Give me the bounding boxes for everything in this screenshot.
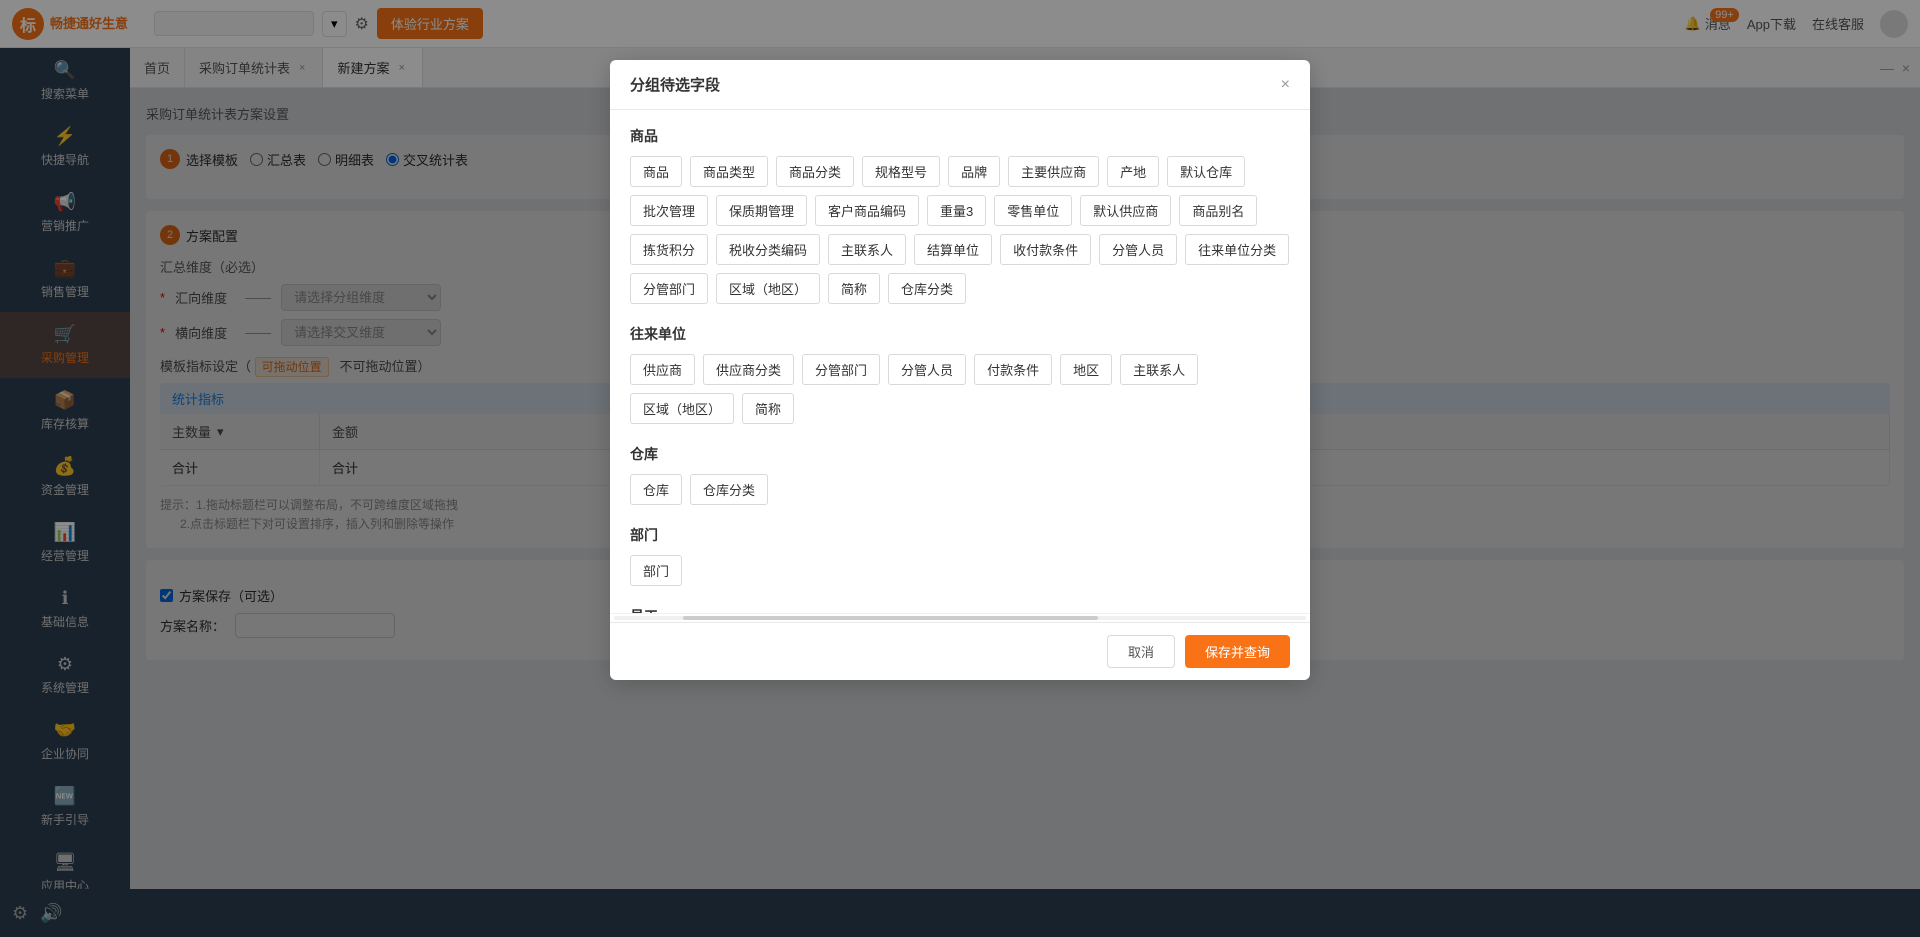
field-tag-partner-5[interactable]: 地区 bbox=[1060, 354, 1112, 385]
field-tag-partner-2[interactable]: 分管部门 bbox=[802, 354, 880, 385]
field-tag-goods-18[interactable]: 结算单位 bbox=[914, 234, 992, 265]
field-group-goods: 商品 商品 商品类型 商品分类 规格型号 品牌 主要供应商 产地 默认仓库 批次… bbox=[630, 126, 1290, 304]
field-tag-goods-22[interactable]: 分管部门 bbox=[630, 273, 708, 304]
modal-field-select: 分组待选字段 × 商品 商品 商品类型 商品分类 规格型号 品牌 主要供应商 产… bbox=[610, 60, 1310, 680]
field-tag-partner-3[interactable]: 分管人员 bbox=[888, 354, 966, 385]
field-tags-dept: 部门 bbox=[630, 555, 1290, 586]
modal-body: 商品 商品 商品类型 商品分类 规格型号 品牌 主要供应商 产地 默认仓库 批次… bbox=[610, 110, 1310, 613]
modal-title: 分组待选字段 bbox=[630, 74, 720, 95]
field-tag-goods-1[interactable]: 商品类型 bbox=[690, 156, 768, 187]
field-tag-partner-4[interactable]: 付款条件 bbox=[974, 354, 1052, 385]
field-tag-warehouse-0[interactable]: 仓库 bbox=[630, 474, 682, 505]
field-tag-partner-7[interactable]: 区域（地区） bbox=[630, 393, 734, 424]
field-tag-goods-12[interactable]: 零售单位 bbox=[994, 195, 1072, 226]
field-tag-goods-4[interactable]: 品牌 bbox=[948, 156, 1000, 187]
confirm-btn[interactable]: 保存并查询 bbox=[1185, 635, 1290, 668]
cancel-btn[interactable]: 取消 bbox=[1107, 635, 1175, 668]
field-tag-partner-8[interactable]: 简称 bbox=[742, 393, 794, 424]
field-group-goods-title: 商品 bbox=[630, 126, 1290, 146]
modal-hscrollbar bbox=[610, 613, 1310, 622]
field-group-partner: 往来单位 供应商 供应商分类 分管部门 分管人员 付款条件 地区 主联系人 区域… bbox=[630, 324, 1290, 424]
field-tag-goods-17[interactable]: 主联系人 bbox=[828, 234, 906, 265]
field-tag-goods-11[interactable]: 重量3 bbox=[927, 195, 986, 226]
field-group-staff: 员工 业务员 bbox=[630, 606, 1290, 613]
field-tags-goods: 商品 商品类型 商品分类 规格型号 品牌 主要供应商 产地 默认仓库 批次管理 … bbox=[630, 156, 1290, 304]
hscrollbar-thumb[interactable] bbox=[683, 616, 1098, 620]
field-tag-goods-6[interactable]: 产地 bbox=[1107, 156, 1159, 187]
field-group-dept-title: 部门 bbox=[630, 525, 1290, 545]
field-tag-goods-2[interactable]: 商品分类 bbox=[776, 156, 854, 187]
field-tag-goods-14[interactable]: 商品别名 bbox=[1179, 195, 1257, 226]
modal-overlay: 分组待选字段 × 商品 商品 商品类型 商品分类 规格型号 品牌 主要供应商 产… bbox=[0, 0, 1920, 937]
field-group-warehouse: 仓库 仓库 仓库分类 bbox=[630, 444, 1290, 505]
field-tag-goods-7[interactable]: 默认仓库 bbox=[1167, 156, 1245, 187]
field-tag-goods-19[interactable]: 收付款条件 bbox=[1000, 234, 1091, 265]
field-tag-goods-23[interactable]: 区域（地区） bbox=[716, 273, 820, 304]
field-tags-partner: 供应商 供应商分类 分管部门 分管人员 付款条件 地区 主联系人 区域（地区） … bbox=[630, 354, 1290, 424]
field-tag-goods-21[interactable]: 往来单位分类 bbox=[1185, 234, 1289, 265]
field-group-dept: 部门 部门 bbox=[630, 525, 1290, 586]
field-tag-goods-25[interactable]: 仓库分类 bbox=[888, 273, 966, 304]
field-tags-warehouse: 仓库 仓库分类 bbox=[630, 474, 1290, 505]
field-tag-goods-5[interactable]: 主要供应商 bbox=[1008, 156, 1099, 187]
field-group-staff-title: 员工 bbox=[630, 606, 1290, 613]
field-tag-partner-1[interactable]: 供应商分类 bbox=[703, 354, 794, 385]
field-tag-goods-20[interactable]: 分管人员 bbox=[1099, 234, 1177, 265]
modal-close-btn[interactable]: × bbox=[1281, 76, 1290, 94]
modal-footer: 取消 保存并查询 bbox=[610, 622, 1310, 680]
field-tag-goods-13[interactable]: 默认供应商 bbox=[1080, 195, 1171, 226]
field-tag-partner-6[interactable]: 主联系人 bbox=[1120, 354, 1198, 385]
field-tag-goods-0[interactable]: 商品 bbox=[630, 156, 682, 187]
modal-header: 分组待选字段 × bbox=[610, 60, 1310, 110]
field-tag-goods-24[interactable]: 简称 bbox=[828, 273, 880, 304]
field-group-partner-title: 往来单位 bbox=[630, 324, 1290, 344]
field-tag-goods-16[interactable]: 税收分类编码 bbox=[716, 234, 820, 265]
field-tag-goods-10[interactable]: 客户商品编码 bbox=[815, 195, 919, 226]
field-tag-warehouse-1[interactable]: 仓库分类 bbox=[690, 474, 768, 505]
field-tag-goods-8[interactable]: 批次管理 bbox=[630, 195, 708, 226]
field-tag-goods-3[interactable]: 规格型号 bbox=[862, 156, 940, 187]
field-tag-goods-15[interactable]: 拣货积分 bbox=[630, 234, 708, 265]
field-tag-goods-9[interactable]: 保质期管理 bbox=[716, 195, 807, 226]
field-tag-partner-0[interactable]: 供应商 bbox=[630, 354, 695, 385]
field-tag-dept-0[interactable]: 部门 bbox=[630, 555, 682, 586]
field-group-warehouse-title: 仓库 bbox=[630, 444, 1290, 464]
